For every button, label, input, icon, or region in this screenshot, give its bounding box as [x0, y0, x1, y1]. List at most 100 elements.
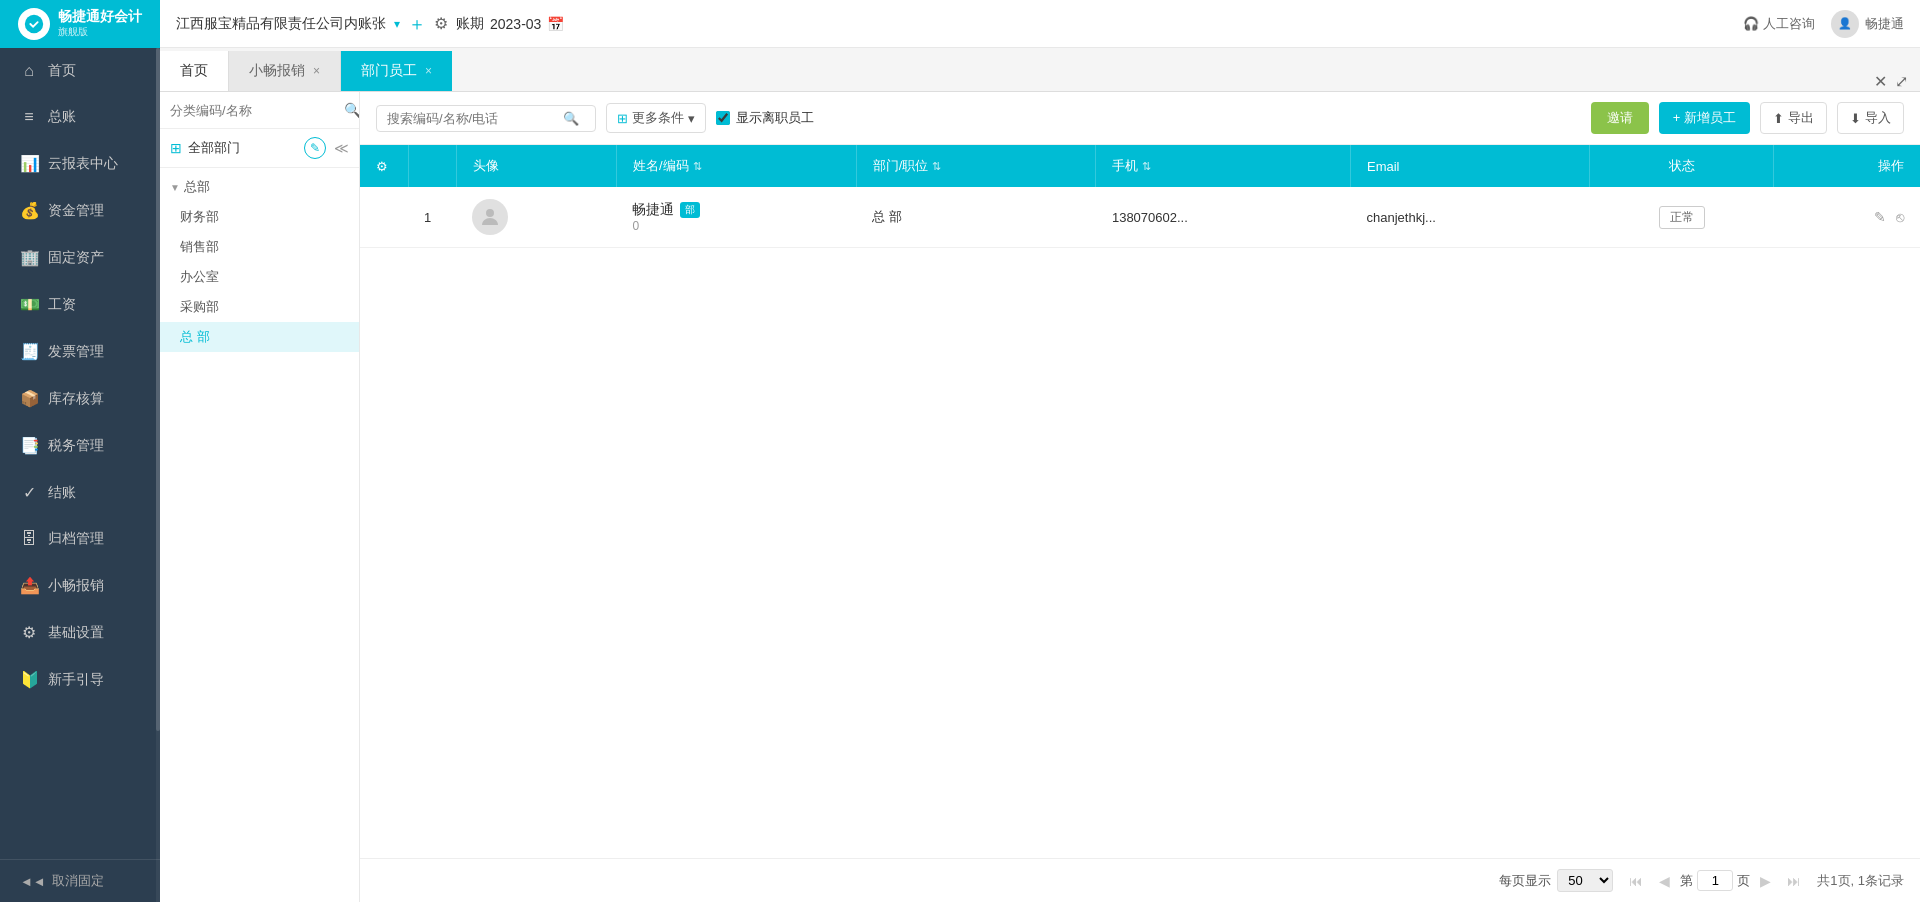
- sidebar-item-payroll[interactable]: 💵 工资: [0, 281, 160, 328]
- add-company-icon[interactable]: ＋: [408, 12, 426, 36]
- dept-value: 总 部: [872, 209, 902, 224]
- main-layout: ⌂ 首页 ≡ 总账 📊 云报表中心 💰 资金管理 🏢 固定资产 💵 工资 🧾 发…: [0, 48, 1920, 902]
- dept-node-label: 财务部: [180, 209, 219, 224]
- cell-seq: 1: [408, 187, 456, 248]
- page-total: 共1页, 1条记录: [1817, 872, 1904, 890]
- dept-node-label: 总部: [184, 178, 210, 196]
- logo-sub: 旗舰版: [58, 25, 142, 39]
- add-employee-button[interactable]: + 新增员工: [1659, 102, 1750, 134]
- search-input[interactable]: [387, 111, 557, 126]
- sidebar-item-label: 库存核算: [48, 390, 104, 408]
- th-dept[interactable]: 部门/职位 ⇅: [856, 145, 1096, 187]
- tab-home[interactable]: 首页: [160, 51, 229, 91]
- top-header: 畅捷通好会计 旗舰版 江西服宝精品有限责任公司内账张 ▾ ＋ ⚙ 账期 2023…: [0, 0, 1920, 48]
- employee-name-text: 畅捷通: [632, 201, 674, 219]
- pin-toggle[interactable]: ◄◄ 取消固定: [0, 859, 160, 902]
- app-logo[interactable]: 畅捷通好会计 旗舰版: [0, 0, 160, 48]
- sidebar-item-inventory[interactable]: 📦 库存核算: [0, 375, 160, 422]
- dept-node-finance[interactable]: 财务部: [160, 202, 359, 232]
- page-size-label: 每页显示: [1499, 872, 1551, 890]
- filter-button[interactable]: ⊞ 更多条件 ▾: [606, 103, 706, 133]
- search-icon[interactable]: 🔍: [563, 111, 579, 126]
- export-label: 导出: [1788, 109, 1814, 127]
- calendar-icon[interactable]: 📅: [547, 16, 564, 32]
- service-button[interactable]: 🎧 人工咨询: [1743, 15, 1815, 33]
- all-dept-label: 全部部门: [188, 139, 240, 157]
- arrow-down-icon: ▼: [170, 182, 180, 193]
- home-icon: ⌂: [20, 62, 38, 80]
- tab-dept-employee[interactable]: 部门员工 ×: [341, 51, 452, 91]
- next-page-button[interactable]: ▶: [1754, 871, 1777, 891]
- employee-code-text: 0: [632, 219, 840, 233]
- th-status-label: 状态: [1669, 158, 1695, 173]
- page-size-dropdown[interactable]: 10 20 50 100: [1557, 869, 1613, 892]
- invite-button[interactable]: 邀请: [1591, 102, 1649, 134]
- payroll-icon: 💵: [20, 295, 38, 314]
- dept-node-purchase[interactable]: 采购部: [160, 292, 359, 322]
- sidebar-item-label: 发票管理: [48, 343, 104, 361]
- fixed-assets-icon: 🏢: [20, 248, 38, 267]
- tab-close-all-button[interactable]: ✕: [1874, 72, 1887, 91]
- svg-point-1: [486, 209, 494, 217]
- page-content: 🔍 ⊞ 全部部门 ✎ ≪ ▼ 总部: [160, 92, 1920, 902]
- sidebar-item-home[interactable]: ⌂ 首页: [0, 48, 160, 94]
- dept-node-sales[interactable]: 销售部: [160, 232, 359, 262]
- user-menu[interactable]: 👤 畅捷通: [1831, 10, 1904, 38]
- th-name[interactable]: 姓名/编码 ⇅: [616, 145, 856, 187]
- employee-panel: 🔍 ⊞ 更多条件 ▾ 显示离职员工 邀请 + 新增员工: [360, 92, 1920, 902]
- th-phone[interactable]: 手机 ⇅: [1096, 145, 1351, 187]
- archive-icon: 🗄: [20, 530, 38, 548]
- logout-employee-button[interactable]: ⎋: [1896, 209, 1904, 225]
- sidebar-item-ledger[interactable]: ≡ 总账: [0, 94, 160, 140]
- tab-dept-close[interactable]: ×: [425, 64, 432, 78]
- dept-search-bar: 🔍: [160, 92, 359, 129]
- phone-value: 138070602...: [1112, 210, 1188, 225]
- tab-expense[interactable]: 小畅报销 ×: [229, 51, 341, 91]
- show-resigned-checkbox[interactable]: 显示离职员工: [716, 109, 814, 127]
- pagination: 每页显示 10 20 50 100 ⏮ ◀ 第 页: [360, 858, 1920, 902]
- show-resigned-input[interactable]: [716, 111, 730, 125]
- sidebar-item-assets-mgmt[interactable]: 💰 资金管理: [0, 187, 160, 234]
- settings-icon[interactable]: ⚙: [434, 14, 448, 33]
- sidebar-item-invoice[interactable]: 🧾 发票管理: [0, 328, 160, 375]
- dept-node-label: 办公室: [180, 269, 219, 284]
- th-settings[interactable]: ⚙: [360, 145, 408, 187]
- sidebar-item-reports[interactable]: 📊 云报表中心: [0, 140, 160, 187]
- th-status: 状态: [1590, 145, 1774, 187]
- sidebar-item-expense[interactable]: 📤 小畅报销: [0, 562, 160, 609]
- checkout-icon: ✓: [20, 483, 38, 502]
- sidebar-item-settings[interactable]: ⚙ 基础设置: [0, 609, 160, 656]
- dept-node-office[interactable]: 办公室: [160, 262, 359, 292]
- export-button[interactable]: ⬆ 导出: [1760, 102, 1827, 134]
- company-dropdown-icon[interactable]: ▾: [394, 17, 400, 31]
- dept-edit-button[interactable]: ✎: [304, 137, 326, 159]
- import-button[interactable]: ⬇ 导入: [1837, 102, 1904, 134]
- cell-phone: 138070602...: [1096, 187, 1351, 248]
- tab-expand-button[interactable]: ⤢: [1895, 72, 1908, 91]
- prev-page-button[interactable]: ◀: [1653, 871, 1676, 891]
- sidebar-item-fixed-assets[interactable]: 🏢 固定资产: [0, 234, 160, 281]
- tab-expense-close[interactable]: ×: [313, 64, 320, 78]
- first-page-button[interactable]: ⏮: [1623, 871, 1649, 891]
- dept-node-general[interactable]: ▼ 总部: [160, 172, 359, 202]
- pin-label: 取消固定: [52, 872, 104, 890]
- dept-search-icon[interactable]: 🔍: [344, 102, 360, 118]
- sidebar-item-guide[interactable]: 🔰 新手引导: [0, 656, 160, 703]
- avatar: 👤: [1831, 10, 1859, 38]
- dept-node-general-active[interactable]: 总 部: [160, 322, 359, 352]
- employee-toolbar: 🔍 ⊞ 更多条件 ▾ 显示离职员工 邀请 + 新增员工: [360, 92, 1920, 145]
- employee-table-wrap: ⚙ 头像 姓名/编码 ⇅: [360, 145, 1920, 858]
- edit-employee-button[interactable]: ✎: [1874, 209, 1886, 225]
- th-dept-label: 部门/职位: [873, 157, 929, 175]
- dept-search-input[interactable]: [170, 103, 338, 118]
- page-input[interactable]: [1697, 870, 1733, 891]
- reports-icon: 📊: [20, 154, 38, 173]
- sidebar-item-archive[interactable]: 🗄 归档管理: [0, 516, 160, 562]
- dept-collapse-button[interactable]: ≪: [334, 137, 349, 159]
- sidebar-item-label: 云报表中心: [48, 155, 118, 173]
- sidebar-item-tax[interactable]: 📑 税务管理: [0, 422, 160, 469]
- sidebar-item-checkout[interactable]: ✓ 结账: [0, 469, 160, 516]
- all-dept-button[interactable]: ⊞ 全部部门: [170, 139, 240, 157]
- last-page-button[interactable]: ⏭: [1781, 871, 1807, 891]
- headset-icon: 🎧: [1743, 16, 1759, 31]
